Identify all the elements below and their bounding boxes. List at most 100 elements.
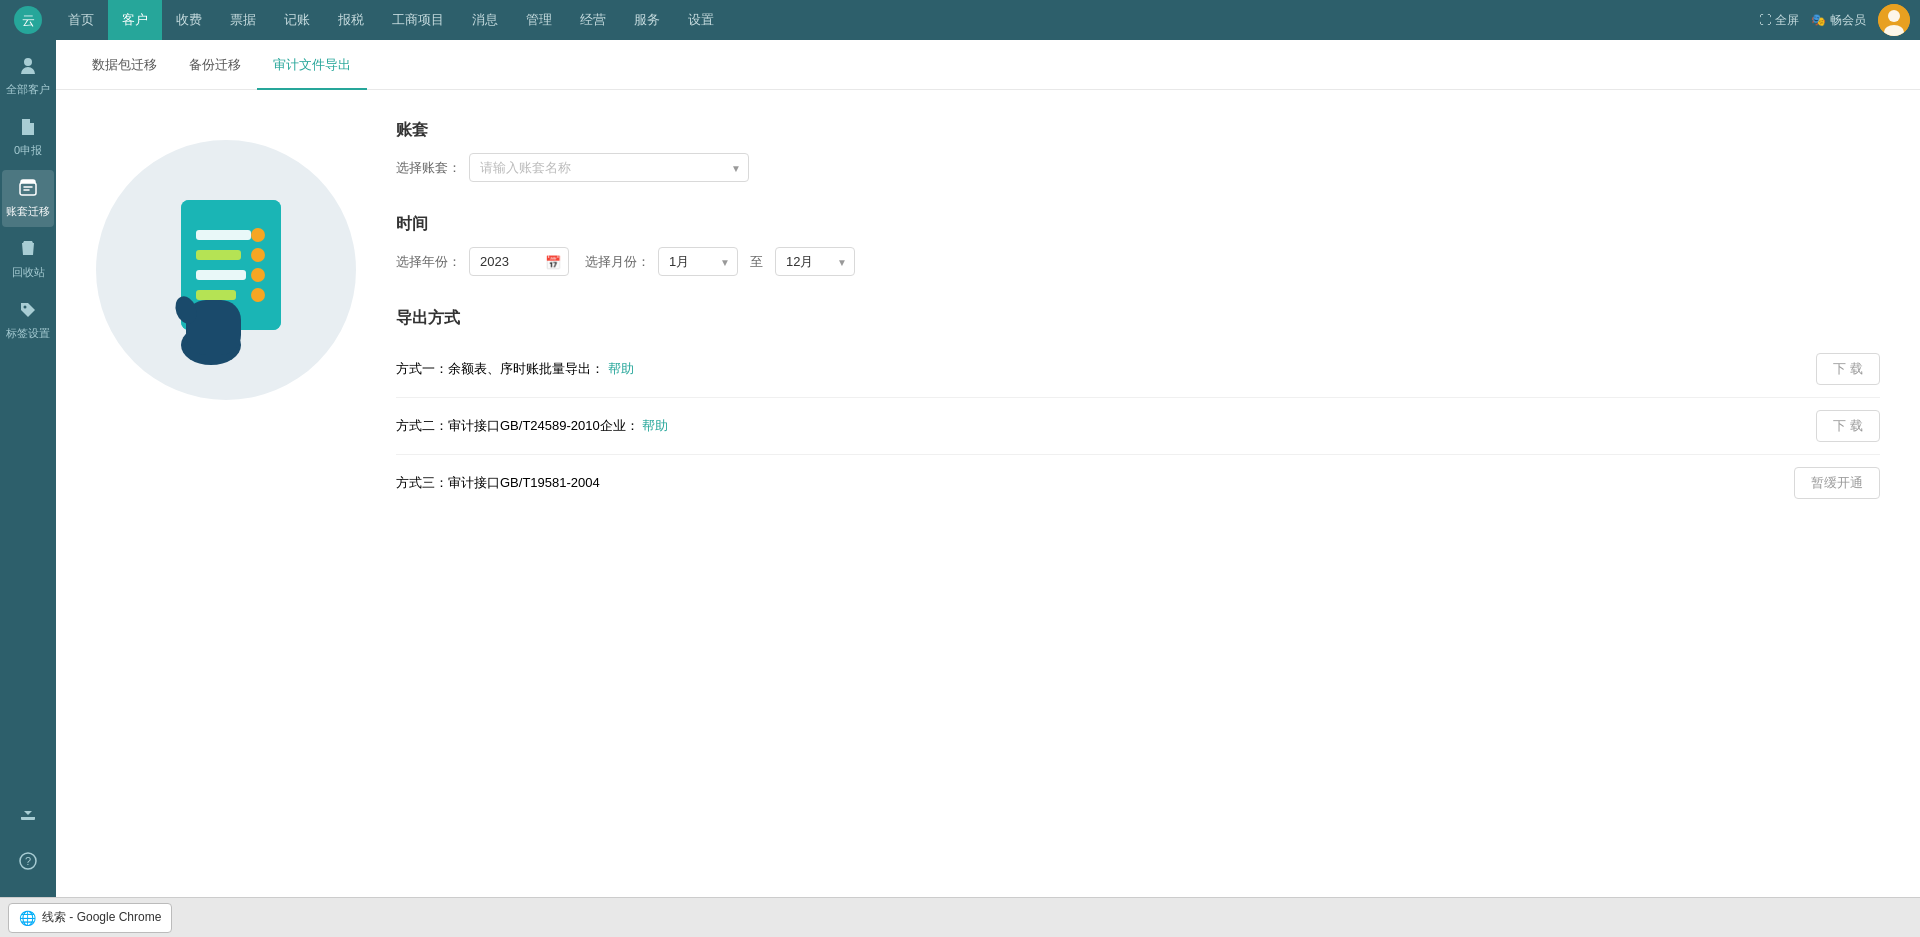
chrome-icon: 🌐 (19, 910, 36, 926)
export-section: 导出方式 方式一：余额表、序时账批量导出： 帮助 下 载 方式二：审计接口GB/… (396, 308, 1880, 511)
svg-rect-15 (196, 270, 246, 280)
sidebar-help-icon[interactable]: ? (2, 841, 54, 881)
report-icon (18, 117, 38, 139)
sidebar-download-icon[interactable] (2, 793, 54, 833)
account-section-title: 账套 (396, 120, 1880, 141)
nav-business[interactable]: 工商项目 (378, 0, 458, 40)
to-separator: 至 (746, 253, 767, 271)
nav-service[interactable]: 服务 (620, 0, 674, 40)
app-logo: 云 (10, 2, 46, 38)
export-method-1-label: 方式一：余额表、序时账批量导出： 帮助 (396, 360, 634, 378)
export-method-2-label: 方式二：审计接口GB/T24589-2010企业： 帮助 (396, 417, 668, 435)
sidebar-label-申报: 0申报 (14, 143, 42, 158)
fullscreen-button[interactable]: ⛶ 全屏 (1759, 12, 1799, 29)
sidebar-item-申报[interactable]: 0申报 (2, 109, 54, 166)
account-section: 账套 选择账套： ▼ (396, 120, 1880, 190)
year-input-wrap: 📅 (469, 247, 569, 276)
fullscreen-label: 全屏 (1775, 12, 1799, 29)
export-method-2-download-button[interactable]: 下 载 (1816, 410, 1880, 442)
taskbar: 🌐 线索 - Google Chrome (0, 897, 1920, 937)
sidebar-label-all-customer: 全部客户 (6, 82, 50, 97)
top-nav: 云 首页 客户 收费 票据 记账 报税 工商项目 消息 管理 经营 服务 设置 … (0, 0, 1920, 40)
nav-settings[interactable]: 设置 (674, 0, 728, 40)
taskbar-item-label: 线索 - Google Chrome (42, 909, 161, 926)
nav-invoice[interactable]: 票据 (216, 0, 270, 40)
vip-button[interactable]: 🎭 畅会员 (1811, 12, 1866, 29)
sidebar-item-all-customer[interactable]: 全部客户 (2, 48, 54, 105)
export-method-1-text: 方式一：余额表、序时账批量导出： (396, 361, 604, 376)
migrate-icon (18, 178, 38, 200)
account-select-input[interactable] (469, 153, 749, 182)
people-icon (18, 56, 38, 78)
start-month-select[interactable]: 1月2月3月4月 5月6月7月8月 9月10月11月12月 (658, 247, 738, 276)
tab-audit-export[interactable]: 审计文件导出 (257, 42, 367, 90)
vip-icon: 🎭 (1811, 13, 1826, 27)
nav-fee[interactable]: 收费 (162, 0, 216, 40)
svg-rect-5 (24, 126, 32, 128)
svg-point-18 (251, 248, 265, 262)
nav-home[interactable]: 首页 (54, 0, 108, 40)
month-label: 选择月份： (585, 253, 650, 271)
nav-operation[interactable]: 经营 (566, 0, 620, 40)
svg-point-8 (24, 306, 27, 309)
year-input[interactable] (469, 247, 569, 276)
sidebar-item-recycle[interactable]: 回收站 (2, 231, 54, 288)
end-month-select[interactable]: 1月2月3月4月 5月6月7月8月 9月10月11月12月 (775, 247, 855, 276)
nav-tax[interactable]: 报税 (324, 0, 378, 40)
tab-backup-migrate[interactable]: 备份迁移 (173, 42, 257, 90)
nav-manage[interactable]: 管理 (512, 0, 566, 40)
main-layout: 全部客户 0申报 账套迁移 回收站 (0, 40, 1920, 897)
tab-data-migrate[interactable]: 数据包迁移 (76, 42, 173, 90)
time-section-title: 时间 (396, 214, 1880, 235)
time-section: 时间 选择年份： 📅 选择月份： 1月2月3月4月 5月6月7月8月 (396, 214, 1880, 284)
fullscreen-icon: ⛶ (1759, 13, 1771, 27)
illustration-circle (96, 140, 356, 400)
export-method-2-help-link[interactable]: 帮助 (642, 418, 668, 433)
svg-point-3 (1888, 10, 1900, 22)
vip-label: 畅会员 (1830, 12, 1866, 29)
export-method-1: 方式一：余额表、序时账批量导出： 帮助 下 载 (396, 341, 1880, 398)
export-method-2: 方式二：审计接口GB/T24589-2010企业： 帮助 下 载 (396, 398, 1880, 455)
export-section-title: 导出方式 (396, 308, 1880, 329)
sidebar-item-migrate[interactable]: 账套迁移 (2, 170, 54, 227)
sidebar: 全部客户 0申报 账套迁移 回收站 (0, 40, 56, 897)
start-month-select-wrap: 1月2月3月4月 5月6月7月8月 9月10月11月12月 ▼ (658, 247, 738, 276)
svg-rect-13 (196, 230, 251, 240)
end-month-select-wrap: 1月2月3月4月 5月6月7月8月 9月10月11月12月 ▼ (775, 247, 855, 276)
export-method-3-text: 方式三：审计接口GB/T19581-2004 (396, 475, 600, 490)
illustration-area (96, 120, 356, 867)
svg-rect-6 (24, 129, 30, 131)
top-nav-items: 首页 客户 收费 票据 记账 报税 工商项目 消息 管理 经营 服务 设置 (54, 0, 1759, 40)
sidebar-label-recycle: 回收站 (12, 265, 45, 280)
sidebar-bottom: ? (2, 793, 54, 889)
account-select-wrap: ▼ (469, 153, 749, 182)
time-form-row: 选择年份： 📅 选择月份： 1月2月3月4月 5月6月7月8月 9月10月11月… (396, 247, 1880, 276)
svg-text:云: 云 (22, 13, 35, 28)
export-method-3-open-button[interactable]: 暂缓开通 (1794, 467, 1880, 499)
sub-tabs-bar: 数据包迁移 备份迁移 审计文件导出 (56, 40, 1920, 90)
recycle-icon (18, 239, 38, 261)
nav-message[interactable]: 消息 (458, 0, 512, 40)
svg-point-20 (251, 288, 265, 302)
top-nav-right: ⛶ 全屏 🎭 畅会员 (1759, 4, 1910, 36)
svg-rect-7 (20, 183, 36, 195)
sidebar-label-migrate: 账套迁移 (6, 204, 50, 219)
year-label: 选择年份： (396, 253, 461, 271)
form-area: 账套 选择账套： ▼ 时间 选择年份： (396, 120, 1880, 867)
avatar[interactable] (1878, 4, 1910, 36)
export-method-3: 方式三：审计接口GB/T19581-2004 暂缓开通 (396, 455, 1880, 511)
export-method-1-help-link[interactable]: 帮助 (608, 361, 634, 376)
nav-customer[interactable]: 客户 (108, 0, 162, 40)
account-form-row: 选择账套： ▼ (396, 153, 1880, 182)
content-area: 数据包迁移 备份迁移 审计文件导出 (56, 40, 1920, 897)
taskbar-item-chrome[interactable]: 🌐 线索 - Google Chrome (8, 903, 172, 933)
nav-bookkeeping[interactable]: 记账 (270, 0, 324, 40)
svg-rect-16 (196, 290, 236, 300)
sidebar-item-tag[interactable]: 标签设置 (2, 292, 54, 349)
account-select-label: 选择账套： (396, 159, 461, 177)
page-content: 账套 选择账套： ▼ 时间 选择年份： (56, 90, 1920, 897)
export-method-1-download-button[interactable]: 下 载 (1816, 353, 1880, 385)
tag-icon (18, 300, 38, 322)
sidebar-label-tag: 标签设置 (6, 326, 50, 341)
svg-rect-14 (196, 250, 241, 260)
